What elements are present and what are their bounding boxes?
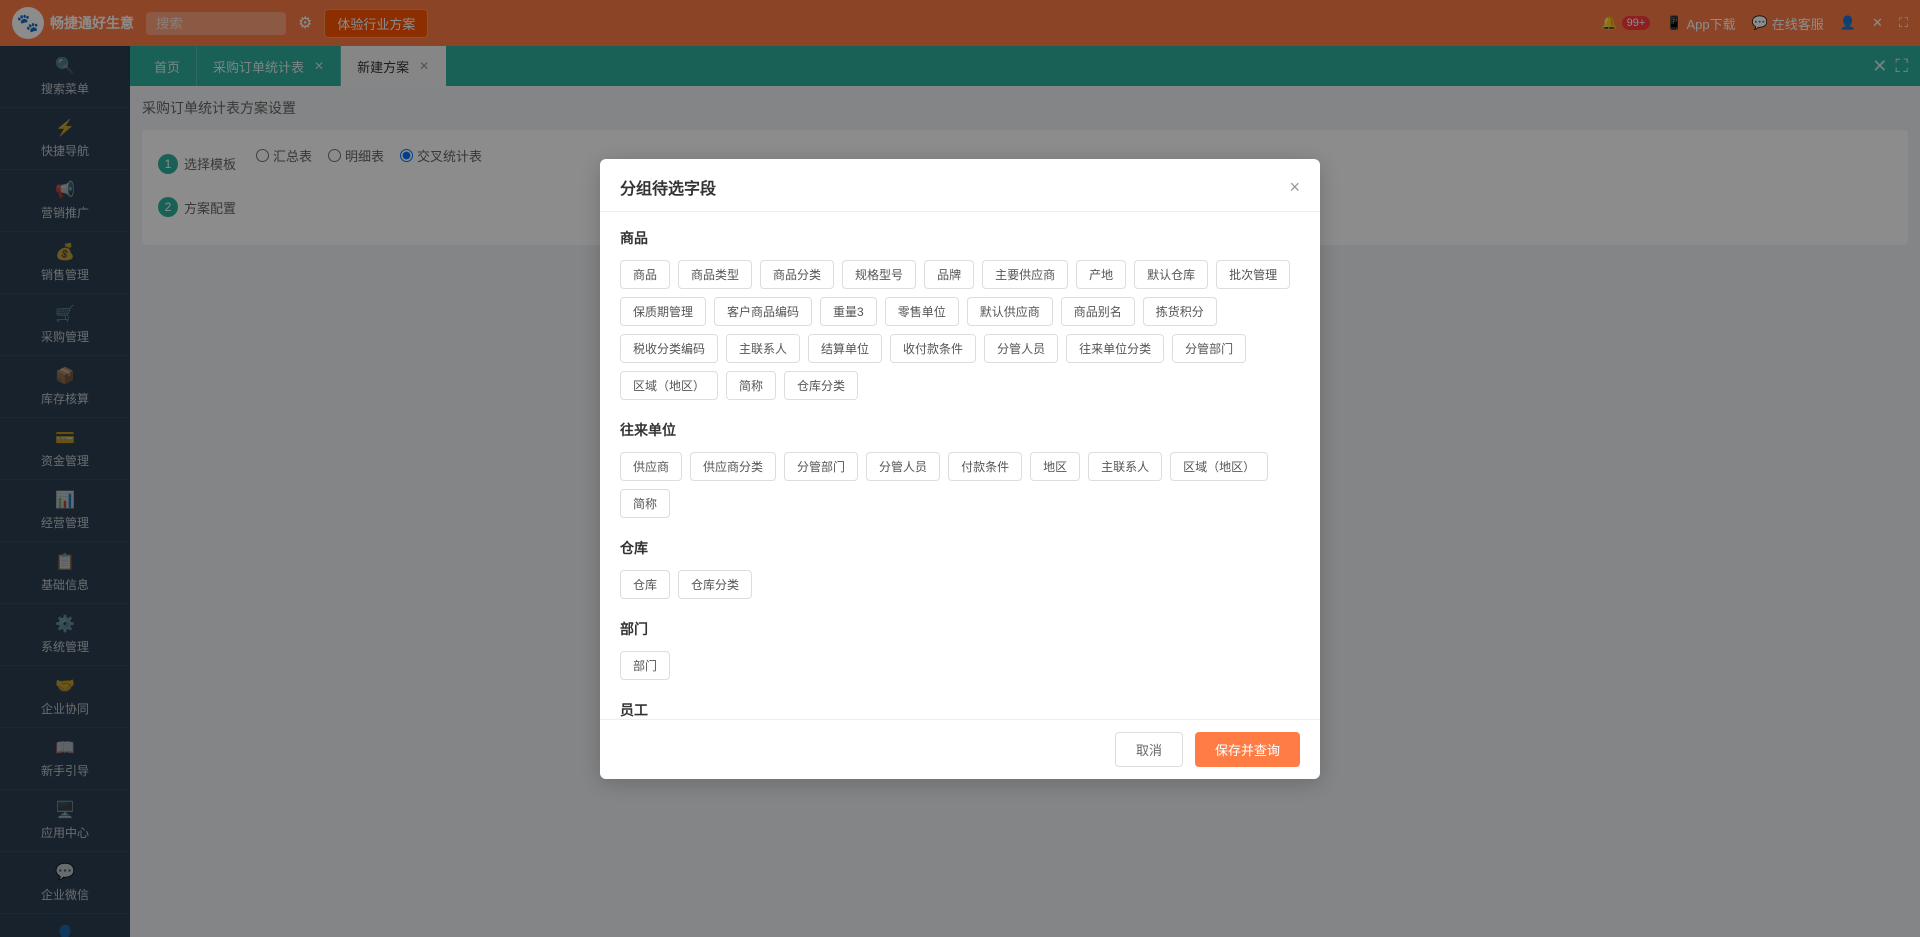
field-chip-payment-cond[interactable]: 付款条件 (948, 452, 1022, 481)
field-chip-supplier[interactable]: 供应商 (620, 452, 682, 481)
field-chip-customer-code[interactable]: 客户商品编码 (714, 297, 812, 326)
field-chip-quality-mgmt[interactable]: 保质期管理 (620, 297, 706, 326)
field-chip-wh-category[interactable]: 仓库分类 (678, 570, 752, 599)
field-chip-batch-mgmt[interactable]: 批次管理 (1216, 260, 1290, 289)
field-chip-dept-mgmt[interactable]: 分管部门 (1172, 334, 1246, 363)
field-chip-short-name[interactable]: 简称 (726, 371, 776, 400)
section-title-counterparty: 往来单位 (620, 420, 1300, 440)
field-chip-short2[interactable]: 简称 (620, 489, 670, 518)
section-warehouse: 仓库仓库仓库分类 (620, 538, 1300, 599)
dialog-body: 商品商品商品类型商品分类规格型号品牌主要供应商产地默认仓库批次管理保质期管理客户… (600, 212, 1320, 719)
modal-overlay: 分组待选字段 × 商品商品商品类型商品分类规格型号品牌主要供应商产地默认仓库批次… (0, 0, 1920, 937)
section-title-department: 部门 (620, 619, 1300, 639)
field-chip-supplier-category[interactable]: 供应商分类 (690, 452, 776, 481)
field-chip-contact[interactable]: 主联系人 (1088, 452, 1162, 481)
confirm-button[interactable]: 保存并查询 (1195, 732, 1300, 767)
section-title-product: 商品 (620, 228, 1300, 248)
section-title-staff: 员工 (620, 700, 1300, 719)
dialog-title: 分组待选字段 (620, 175, 716, 199)
field-chip-default-supplier[interactable]: 默认供应商 (967, 297, 1053, 326)
field-chip-product-type[interactable]: 商品类型 (678, 260, 752, 289)
dialog-footer: 取消 保存并查询 (600, 719, 1320, 779)
field-chip-default-warehouse[interactable]: 默认仓库 (1134, 260, 1208, 289)
section-department: 部门部门 (620, 619, 1300, 680)
field-chip-brand[interactable]: 品牌 (924, 260, 974, 289)
field-chip-pick-points[interactable]: 拣货积分 (1143, 297, 1217, 326)
section-title-warehouse: 仓库 (620, 538, 1300, 558)
field-chip-dept-main[interactable]: 部门 (620, 651, 670, 680)
dialog: 分组待选字段 × 商品商品商品类型商品分类规格型号品牌主要供应商产地默认仓库批次… (600, 159, 1320, 779)
field-chips-counterparty: 供应商供应商分类分管部门分管人员付款条件地区主联系人区域（地区） 简称 (620, 452, 1300, 518)
field-chip-dept[interactable]: 分管部门 (784, 452, 858, 481)
field-chip-product[interactable]: 商品 (620, 260, 670, 289)
field-chips-product: 商品商品类型商品分类规格型号品牌主要供应商产地默认仓库批次管理保质期管理客户商品… (620, 260, 1300, 400)
field-chip-warehouse-category[interactable]: 仓库分类 (784, 371, 858, 400)
field-chip-main-supplier[interactable]: 主要供应商 (982, 260, 1068, 289)
field-chip-product-category[interactable]: 商品分类 (760, 260, 834, 289)
field-chip-region[interactable]: 地区 (1030, 452, 1080, 481)
section-counterparty: 往来单位供应商供应商分类分管部门分管人员付款条件地区主联系人区域（地区） 简称 (620, 420, 1300, 518)
field-chip-retail-unit[interactable]: 零售单位 (885, 297, 959, 326)
field-chip-tax-category-code[interactable]: 税收分类编码 (620, 334, 718, 363)
field-chips-warehouse: 仓库仓库分类 (620, 570, 1300, 599)
cancel-button[interactable]: 取消 (1115, 732, 1183, 767)
field-chip-main-contact[interactable]: 主联系人 (726, 334, 800, 363)
field-chip-area2[interactable]: 区域（地区） (1170, 452, 1268, 481)
field-chips-department: 部门 (620, 651, 1300, 680)
field-chip-area-region[interactable]: 区域（地区） (620, 371, 718, 400)
field-chip-wh[interactable]: 仓库 (620, 570, 670, 599)
field-chip-unit-category[interactable]: 往来单位分类 (1066, 334, 1164, 363)
field-chip-spec-type[interactable]: 规格型号 (842, 260, 916, 289)
section-product: 商品商品商品类型商品分类规格型号品牌主要供应商产地默认仓库批次管理保质期管理客户… (620, 228, 1300, 400)
field-chip-weight3[interactable]: 重量3 (820, 297, 877, 326)
dialog-close-btn[interactable]: × (1289, 178, 1300, 196)
field-chip-settlement-unit[interactable]: 结算单位 (808, 334, 882, 363)
field-chip-dept-staff[interactable]: 分管人员 (866, 452, 940, 481)
field-chip-product-alias[interactable]: 商品别名 (1061, 297, 1135, 326)
dialog-header: 分组待选字段 × (600, 159, 1320, 212)
field-chip-origin[interactable]: 产地 (1076, 260, 1126, 289)
field-chip-payment-terms[interactable]: 收付款条件 (890, 334, 976, 363)
section-staff: 员工业务员 (620, 700, 1300, 719)
field-chip-manager[interactable]: 分管人员 (984, 334, 1058, 363)
